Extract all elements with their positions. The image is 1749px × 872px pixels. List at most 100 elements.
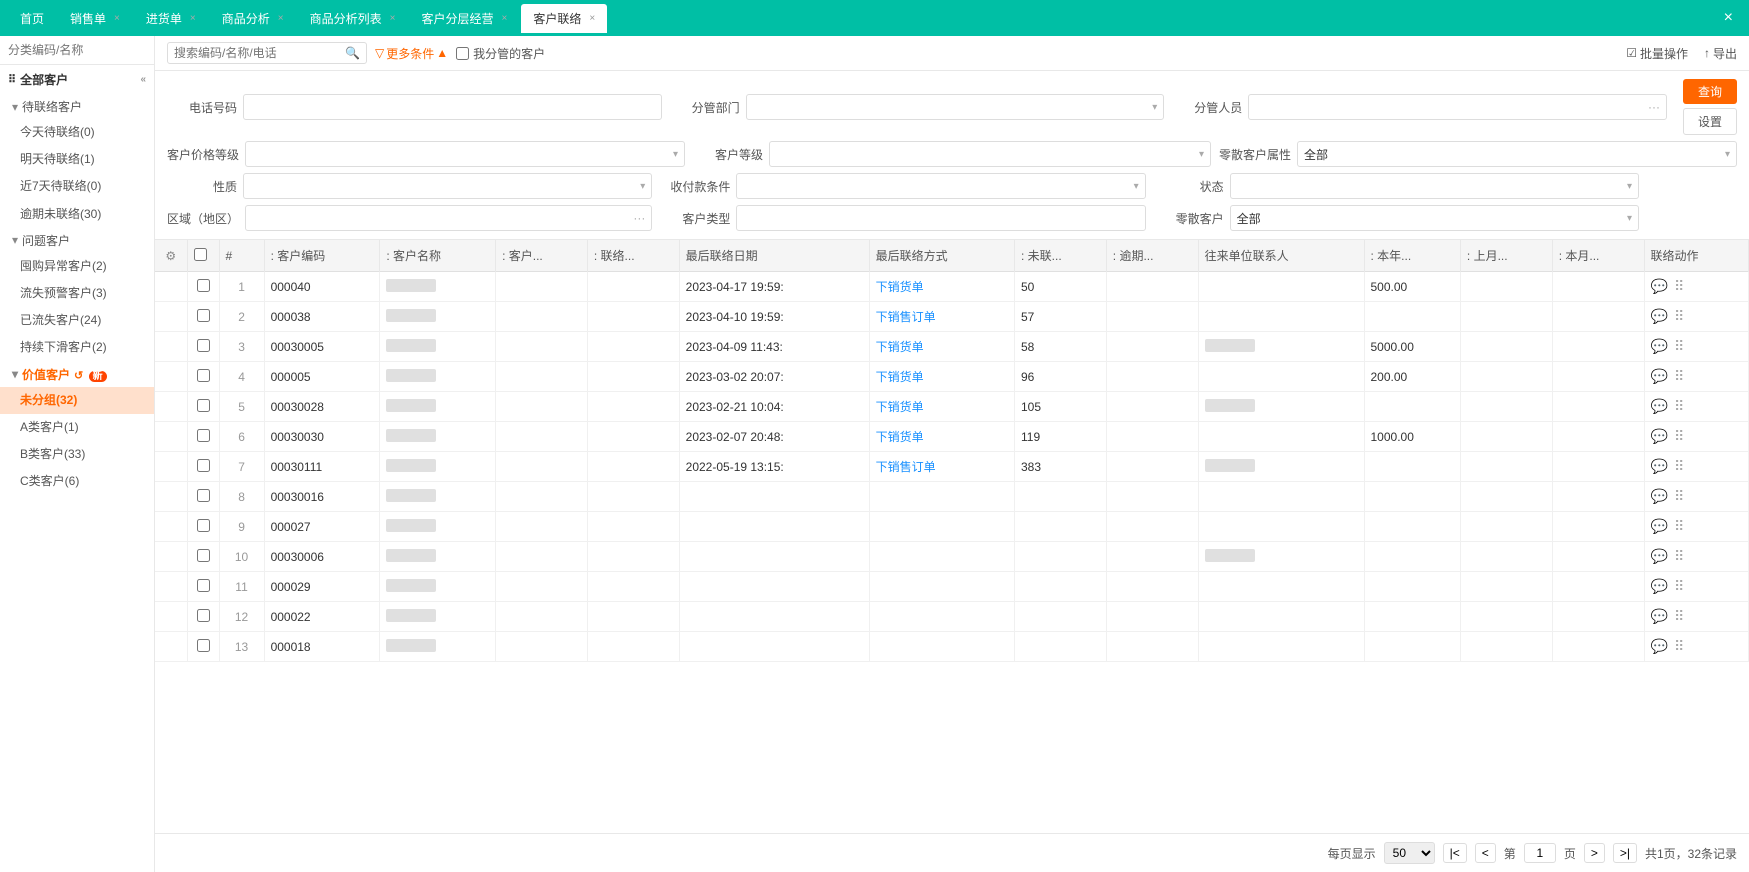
- select-all-checkbox[interactable]: [194, 248, 207, 261]
- row-checkbox[interactable]: [197, 429, 210, 442]
- settings-column-header[interactable]: ⚙: [155, 240, 187, 272]
- contact-phone-icon[interactable]: 💬: [1651, 308, 1668, 325]
- nav-tab-customer-mgmt[interactable]: 客户分层经营 ×: [409, 4, 519, 33]
- last-contact-method-column-header[interactable]: 最后联络方式: [869, 240, 1014, 272]
- more-actions-icon[interactable]: ⠿: [1674, 458, 1684, 475]
- sidebar-group-value[interactable]: ▾ 价值客户 ↺ 新: [0, 362, 154, 387]
- filter-input-price-level[interactable]: ▾: [245, 141, 685, 167]
- prev-page-button[interactable]: <: [1475, 843, 1496, 863]
- row-checkbox-cell[interactable]: [187, 422, 219, 452]
- this-month-column-header[interactable]: : 本月...: [1552, 240, 1644, 272]
- row-checkbox[interactable]: [197, 489, 210, 502]
- close-tab-sales-icon[interactable]: ×: [114, 13, 120, 24]
- contact-phone-icon[interactable]: 💬: [1651, 518, 1668, 535]
- filter-search-input[interactable]: [174, 46, 341, 60]
- row-checkbox[interactable]: [197, 279, 210, 292]
- export-button[interactable]: ↑ 导出: [1704, 45, 1737, 62]
- code-column-header[interactable]: : 客户编码: [264, 240, 380, 272]
- contact-phone-icon[interactable]: 💬: [1651, 548, 1668, 565]
- sidebar-item-overdue-contact[interactable]: 逾期未联络(30): [0, 201, 154, 228]
- contact-method-link[interactable]: 下销售订单: [876, 460, 936, 474]
- sidebar-item-class-c[interactable]: C类客户(6): [0, 468, 154, 495]
- next-page-button[interactable]: >: [1584, 843, 1605, 863]
- sidebar-item-abnormal-purchase[interactable]: 囤购异常客户(2): [0, 253, 154, 280]
- contact-column-header[interactable]: : 联络...: [587, 240, 679, 272]
- type-column-header[interactable]: : 客户...: [496, 240, 588, 272]
- contact-phone-icon[interactable]: 💬: [1651, 458, 1668, 475]
- sidebar-group-pending[interactable]: ▾ 待联络客户: [0, 94, 154, 119]
- last-contact-date-column-header[interactable]: 最后联络日期: [679, 240, 869, 272]
- row-checkbox-cell[interactable]: [187, 602, 219, 632]
- page-number-input[interactable]: [1524, 843, 1556, 863]
- row-checkbox-cell[interactable]: [187, 332, 219, 362]
- contact-method-link[interactable]: 下销货单: [876, 340, 924, 354]
- row-checkbox[interactable]: [197, 459, 210, 472]
- filter-input-dept[interactable]: ▾: [746, 94, 1165, 120]
- more-actions-icon[interactable]: ⠿: [1674, 368, 1684, 385]
- sidebar-search-box[interactable]: 🔍: [0, 36, 154, 65]
- filter-input-payment[interactable]: ▾: [736, 173, 1145, 199]
- row-checkbox-cell[interactable]: [187, 482, 219, 512]
- row-checkbox[interactable]: [197, 609, 210, 622]
- more-actions-icon[interactable]: ⠿: [1674, 608, 1684, 625]
- refresh-icon[interactable]: ↺: [74, 370, 83, 382]
- close-tab-customer-contact-icon[interactable]: ×: [589, 13, 595, 24]
- row-checkbox-cell[interactable]: [187, 362, 219, 392]
- contact-phone-icon[interactable]: 💬: [1651, 278, 1668, 295]
- sidebar-all-customers[interactable]: ⠿ 全部客户 «: [0, 65, 154, 94]
- sidebar-search-input[interactable]: [8, 43, 155, 57]
- close-tab-purchase-icon[interactable]: ×: [190, 13, 196, 24]
- sidebar-group-problem[interactable]: ▾ 问题客户: [0, 228, 154, 253]
- row-checkbox[interactable]: [197, 399, 210, 412]
- filter-input-phone[interactable]: [243, 94, 662, 120]
- sidebar-item-7day-pending[interactable]: 近7天待联络(0): [0, 173, 154, 200]
- row-checkbox[interactable]: [197, 339, 210, 352]
- more-conditions-button[interactable]: ▽ 更多条件 ▲: [375, 45, 448, 62]
- this-year-column-header[interactable]: : 本年...: [1364, 240, 1460, 272]
- sidebar-item-churned[interactable]: 已流失客户(24): [0, 307, 154, 334]
- row-checkbox[interactable]: [197, 549, 210, 562]
- row-checkbox-cell[interactable]: [187, 632, 219, 662]
- batch-ops-button[interactable]: ☑ 批量操作: [1626, 45, 1688, 62]
- more-actions-icon[interactable]: ⠿: [1674, 308, 1684, 325]
- name-column-header[interactable]: : 客户名称: [380, 240, 496, 272]
- contact-phone-icon[interactable]: 💬: [1651, 638, 1668, 655]
- row-checkbox-cell[interactable]: [187, 572, 219, 602]
- my-customers-checkbox[interactable]: 我分管的客户: [456, 45, 545, 62]
- close-tab-analysis-icon[interactable]: ×: [278, 13, 284, 24]
- nav-tab-analysis[interactable]: 商品分析 ×: [210, 4, 296, 33]
- sidebar-collapse-icon[interactable]: «: [140, 74, 146, 85]
- more-actions-icon[interactable]: ⠿: [1674, 338, 1684, 355]
- last-month-column-header[interactable]: : 上月...: [1460, 240, 1552, 272]
- sidebar-item-class-a[interactable]: A类客户(1): [0, 414, 154, 441]
- window-close-button[interactable]: ×: [1716, 5, 1741, 31]
- filter-input-retail-customer[interactable]: 全部 ▾: [1230, 205, 1639, 231]
- last-page-button[interactable]: >|: [1613, 843, 1637, 863]
- nav-tab-purchase[interactable]: 进货单 ×: [134, 4, 208, 33]
- first-page-button[interactable]: |<: [1443, 843, 1467, 863]
- contact-method-link[interactable]: 下销货单: [876, 430, 924, 444]
- contact-method-link[interactable]: 下销货单: [876, 370, 924, 384]
- row-checkbox-cell[interactable]: [187, 392, 219, 422]
- contact-phone-icon[interactable]: 💬: [1651, 338, 1668, 355]
- filter-input-nature[interactable]: ▾: [243, 173, 652, 199]
- unit-contact-column-header[interactable]: 往来单位联系人: [1198, 240, 1364, 272]
- nav-tab-analysis-list[interactable]: 商品分析列表 ×: [298, 4, 408, 33]
- filter-search-icon[interactable]: 🔍: [345, 46, 360, 60]
- sidebar-item-declining[interactable]: 持续下滑客户(2): [0, 334, 154, 361]
- contact-phone-icon[interactable]: 💬: [1651, 368, 1668, 385]
- more-actions-icon[interactable]: ⠿: [1674, 278, 1684, 295]
- row-checkbox[interactable]: [197, 309, 210, 322]
- contact-method-link[interactable]: 下销货单: [876, 400, 924, 414]
- sidebar-item-tomorrow-pending[interactable]: 明天待联络(1): [0, 146, 154, 173]
- sidebar-item-churn-warning[interactable]: 流失预警客户(3): [0, 280, 154, 307]
- row-checkbox-cell[interactable]: [187, 272, 219, 302]
- checkbox-column-header[interactable]: [187, 240, 219, 272]
- contact-phone-icon[interactable]: 💬: [1651, 608, 1668, 625]
- per-page-select[interactable]: 50 100 200: [1384, 842, 1435, 864]
- filter-input-customer-level[interactable]: ▾: [769, 141, 1211, 167]
- contact-method-link[interactable]: 下销售订单: [876, 310, 936, 324]
- overdue-column-header[interactable]: : 逾期...: [1106, 240, 1198, 272]
- filter-input-region[interactable]: ···: [245, 205, 652, 231]
- filter-input-status[interactable]: ▾: [1230, 173, 1639, 199]
